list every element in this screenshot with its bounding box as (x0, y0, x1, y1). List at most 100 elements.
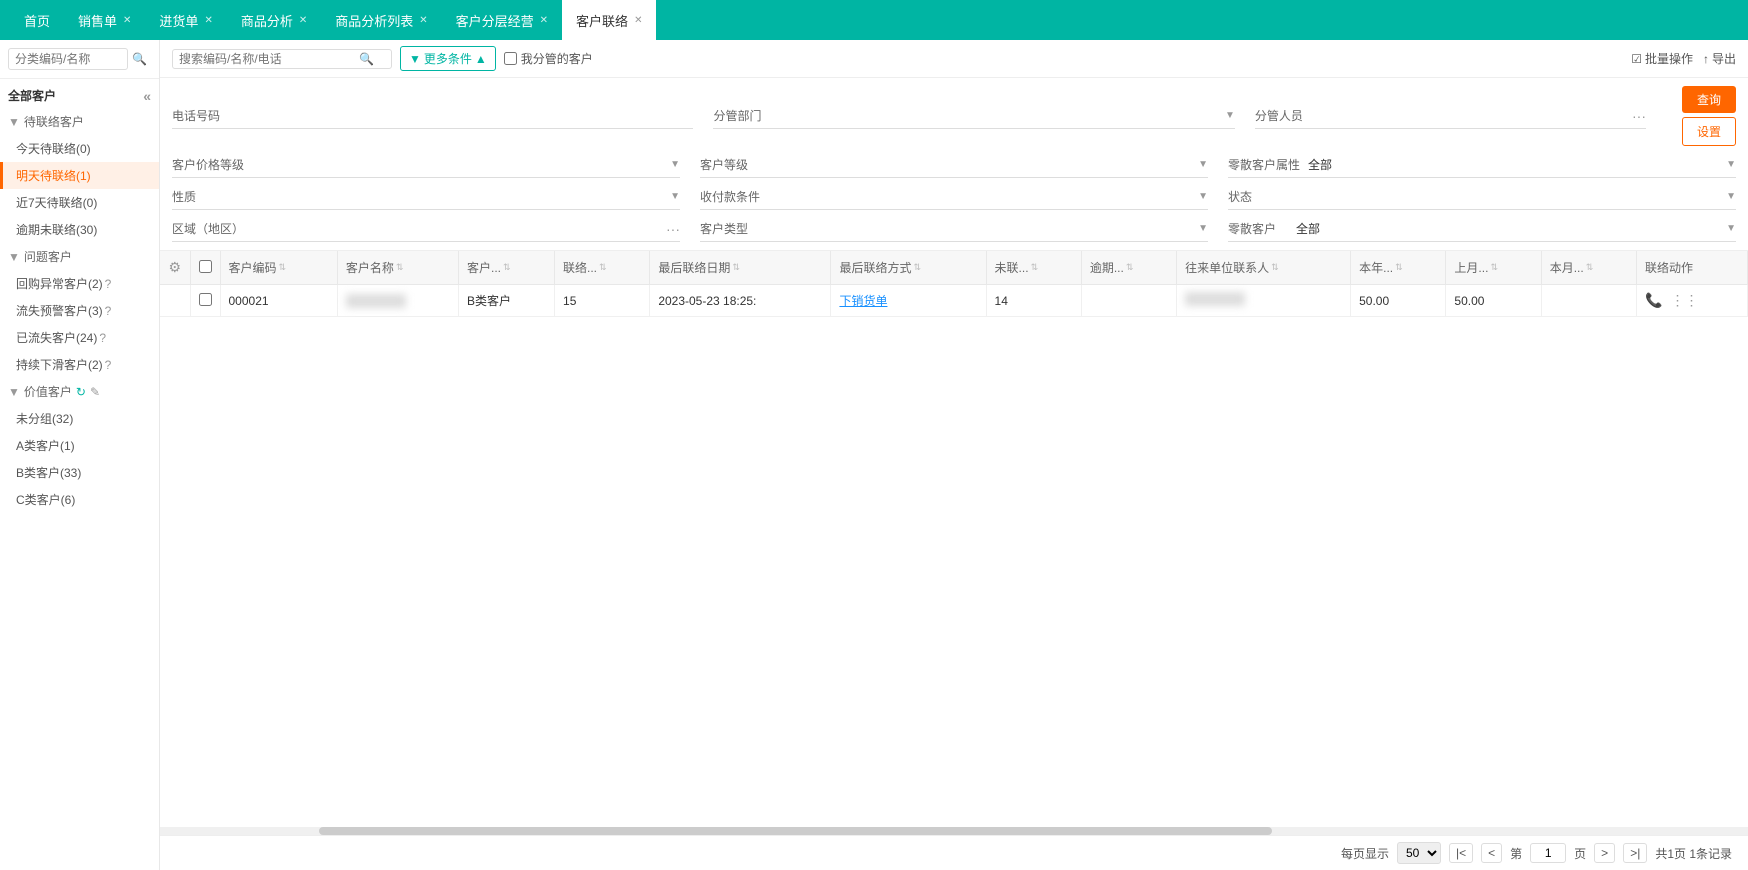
th-settings[interactable]: ⚙ (160, 251, 190, 285)
sort-this-month[interactable]: 本月... ⇅ (1550, 259, 1594, 276)
filter-phone-input[interactable] (240, 109, 693, 123)
nav-product-analysis-list[interactable]: 商品分析列表 ✕ (321, 0, 441, 40)
sidebar-item-tomorrow-pending[interactable]: 明天待联络(1) (0, 162, 159, 189)
sort-no-contact[interactable]: 未联... ⇅ (995, 259, 1039, 276)
settings-button[interactable]: 设置 (1682, 117, 1736, 146)
sort-customer-code[interactable]: 客户编码 ⇅ (229, 259, 287, 276)
per-page-select[interactable]: 50 (1397, 842, 1441, 864)
filter-region-dots[interactable]: ··· (666, 221, 680, 237)
filter-person-dots[interactable]: ··· (1632, 108, 1646, 124)
td-last-method[interactable]: 下销货单 (831, 285, 986, 317)
sort-customer-category[interactable]: 客户... ⇅ (467, 259, 511, 276)
first-page-button[interactable]: |< (1449, 843, 1473, 863)
search-icon[interactable]: 🔍 (359, 52, 374, 66)
next-page-button[interactable]: > (1594, 843, 1615, 863)
filter-scatter-select[interactable]: 全部 ▼ (1308, 156, 1736, 173)
filter-status-select[interactable]: ▼ (1296, 191, 1736, 202)
td-checkbox[interactable] (190, 285, 220, 317)
sidebar-item-a-class[interactable]: A类客户(1) (0, 432, 159, 459)
main-layout: 🔍 全部客户 « ▼ 待联络客户 今天待联络(0) 明天待联络(1) 近7天待联… (0, 40, 1748, 870)
prev-page-button[interactable]: < (1481, 843, 1502, 863)
sort-this-year[interactable]: 本年... ⇅ (1359, 259, 1403, 276)
group-value-customers[interactable]: ▼ 价值客户 ↻ ✎ (0, 378, 159, 405)
nav-sales-order[interactable]: 销售单 ✕ (64, 0, 145, 40)
help-icon-churn-warning: ? (105, 304, 112, 318)
more-filter-button[interactable]: ▼ 更多条件 ▲ (400, 46, 496, 71)
search-input[interactable] (179, 52, 359, 66)
select-all-checkbox[interactable] (199, 260, 212, 273)
my-customer-checkbox[interactable] (504, 52, 517, 65)
sidebar-item-churn-warning[interactable]: 流失预警客户(3) ? (0, 297, 159, 324)
sort-unit-contacts[interactable]: 往来单位联系人 ⇅ (1185, 259, 1279, 276)
filter-retail-select[interactable]: 全部 ▼ (1296, 220, 1736, 237)
nav-close-sales[interactable]: ✕ (123, 15, 131, 26)
row-checkbox[interactable] (199, 293, 212, 306)
sidebar-item-ungrouped[interactable]: 未分组(32) (0, 405, 159, 432)
collapse-icon[interactable]: « (143, 88, 151, 104)
sidebar-item-repurchase-abnormal[interactable]: 回购异常客户(2) ? (0, 270, 159, 297)
sort-last-contact-method[interactable]: 最后联络方式 ⇅ (839, 259, 921, 276)
th-last-month: 上月... ⇅ (1446, 251, 1541, 285)
export-button[interactable]: ↑ 导出 (1703, 50, 1736, 67)
chevron-down-icon-status: ▼ (1726, 191, 1736, 202)
refresh-icon-value[interactable]: ↻ (76, 385, 86, 399)
sidebar-item-declining[interactable]: 持续下滑客户(2) ? (0, 351, 159, 378)
filter-dept-select[interactable]: ▼ (781, 110, 1234, 121)
group-pending-contact[interactable]: ▼ 待联络客户 (0, 108, 159, 135)
th-checkbox[interactable] (190, 251, 220, 285)
horizontal-scrollbar[interactable] (160, 827, 1748, 835)
filter-status: 状态 ▼ (1228, 184, 1736, 210)
group-problem-customers[interactable]: ▼ 问题客户 (0, 243, 159, 270)
sidebar-search-icon[interactable]: 🔍 (132, 52, 147, 66)
last-method-link[interactable]: 下销货单 (839, 294, 887, 308)
th-last-contact-method: 最后联络方式 ⇅ (831, 251, 986, 285)
filter-price-select[interactable]: ▼ (252, 159, 680, 170)
nav-close-customer-tier[interactable]: ✕ (540, 15, 548, 26)
edit-icon-value[interactable]: ✎ (90, 385, 100, 399)
nav-product-analysis[interactable]: 商品分析 ✕ (227, 0, 321, 40)
filter-payment-select[interactable]: ▼ (768, 191, 1208, 202)
sort-last-month[interactable]: 上月... ⇅ (1454, 259, 1498, 276)
filter-phone-label: 电话号码 (172, 107, 232, 124)
sidebar-item-7day-pending[interactable]: 近7天待联络(0) (0, 189, 159, 216)
nav-close-customer-contact[interactable]: ✕ (634, 15, 642, 26)
sort-customer-name[interactable]: 客户名称 ⇅ (346, 259, 404, 276)
sort-last-contact-date[interactable]: 最后联络日期 ⇅ (658, 259, 740, 276)
nav-home[interactable]: 首页 (10, 0, 64, 40)
th-this-month: 本月... ⇅ (1541, 251, 1636, 285)
sidebar-item-c-class[interactable]: C类客户(6) (0, 486, 159, 513)
all-customers-section[interactable]: 全部客户 « (0, 79, 159, 108)
sidebar-item-b-class[interactable]: B类客户(33) (0, 459, 159, 486)
sort-overdue[interactable]: 逾期... ⇅ (1090, 259, 1134, 276)
nav-customer-contact[interactable]: 客户联络 ✕ (562, 0, 656, 40)
filter-person: 分管人员 ··· (1255, 103, 1646, 129)
page-number-input[interactable] (1530, 843, 1566, 863)
filter-customer-level-select[interactable]: ▼ (768, 159, 1208, 170)
column-settings-icon[interactable]: ⚙ (168, 259, 181, 275)
nav-purchase-order[interactable]: 进货单 ✕ (145, 0, 226, 40)
more-action-icon[interactable]: ⋮⋮ (1670, 292, 1698, 309)
sidebar-item-churned[interactable]: 已流失客户(24) ? (0, 324, 159, 351)
query-button[interactable]: 查询 (1682, 86, 1736, 113)
pagination-bar: 每页显示 50 |< < 第 页 > >| 共1页 1条记录 (160, 835, 1748, 870)
filter-nature-select[interactable]: ▼ (240, 191, 680, 202)
sort-contacts[interactable]: 联络... ⇅ (563, 259, 607, 276)
batch-operation-button[interactable]: ☑ 批量操作 (1631, 50, 1693, 67)
nav-close-product-list[interactable]: ✕ (419, 15, 427, 26)
nav-customer-tier[interactable]: 客户分层经营 ✕ (442, 0, 562, 40)
phone-action-icon[interactable]: 📞 (1645, 292, 1662, 309)
sidebar-search-input[interactable] (8, 48, 128, 70)
filter-dept: 分管部门 ▼ (713, 103, 1234, 129)
sidebar-item-overdue-contact[interactable]: 逾期未联络(30) (0, 216, 159, 243)
my-customer-checkbox-wrap[interactable]: 我分管的客户 (504, 50, 593, 67)
chevron-up-icon: ▲ (475, 52, 487, 66)
th-customer-code: 客户编码 ⇅ (220, 251, 337, 285)
td-last-month: 50.00 (1446, 285, 1541, 317)
last-page-button[interactable]: >| (1623, 843, 1647, 863)
filter-customer-type-select[interactable]: ▼ (768, 223, 1208, 234)
nav-close-purchase[interactable]: ✕ (204, 15, 212, 26)
nav-close-product-analysis[interactable]: ✕ (299, 15, 307, 26)
sort-icon-contacts: ⇅ (599, 262, 607, 273)
sidebar-item-today-pending[interactable]: 今天待联络(0) (0, 135, 159, 162)
scrollbar-thumb[interactable] (319, 827, 1272, 835)
